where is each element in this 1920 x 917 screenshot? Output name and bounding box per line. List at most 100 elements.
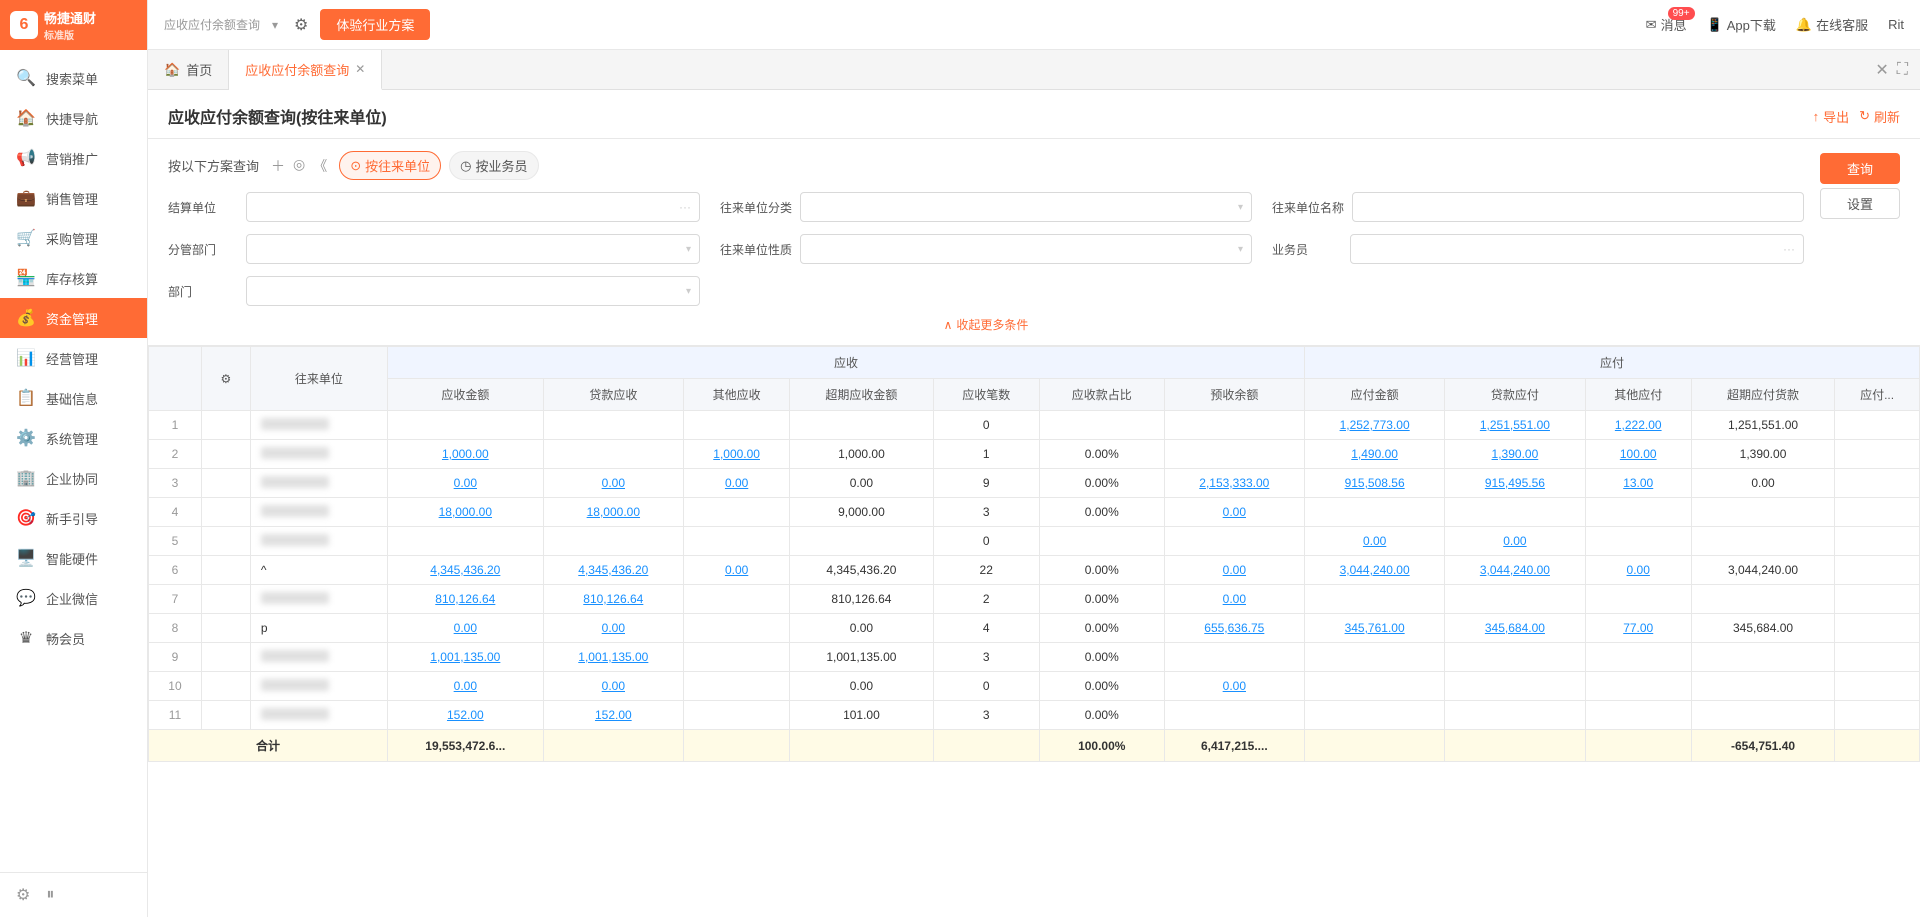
online-service-button[interactable]: 🔔 在线客服 [1796, 15, 1868, 34]
row-ar-loan[interactable]: 152.00 [543, 701, 683, 730]
row-ar-prepay[interactable] [1164, 643, 1304, 672]
sidebar-item-basic[interactable]: 📋 基础信息 [0, 378, 147, 418]
division-dept-input[interactable]: ▾ [246, 234, 700, 264]
row-ap-other[interactable] [1585, 672, 1691, 701]
tab-ar-balance[interactable]: 应收应付余额查询 ✕ [229, 50, 382, 90]
row-ar-other[interactable] [683, 411, 789, 440]
row-ar-loan[interactable] [543, 527, 683, 556]
sidebar-item-guide[interactable]: 🎯 新手引导 [0, 498, 147, 538]
row-ap-amount[interactable]: 1,252,773.00 [1304, 411, 1444, 440]
row-ap-loan[interactable] [1445, 498, 1585, 527]
row-ar-other[interactable] [683, 585, 789, 614]
row-ap-amount[interactable]: 1,490.00 [1304, 440, 1444, 469]
row-ap-amount[interactable]: 915,508.56 [1304, 469, 1444, 498]
row-ap-amount[interactable]: 0.00 [1304, 527, 1444, 556]
row-ap-amount[interactable]: 3,044,240.00 [1304, 556, 1444, 585]
more-scheme-icon[interactable]: 《 [313, 156, 327, 176]
row-ap-amount[interactable] [1304, 701, 1444, 730]
row-ap-loan[interactable]: 915,495.56 [1445, 469, 1585, 498]
row-ar-loan[interactable]: 1,001,135.00 [543, 643, 683, 672]
sidebar-item-marketing[interactable]: 📢 营销推广 [0, 138, 147, 178]
sidebar-item-finance[interactable]: 💰 资金管理 [0, 298, 147, 338]
row-ap-amount[interactable] [1304, 672, 1444, 701]
row-ap-loan[interactable] [1445, 701, 1585, 730]
row-ap-amount[interactable]: 345,761.00 [1304, 614, 1444, 643]
settings-bottom-icon[interactable]: ⚙ [16, 885, 30, 905]
user-name[interactable]: Rit [1888, 17, 1904, 32]
row-ar-loan[interactable]: 4,345,436.20 [543, 556, 683, 585]
row-ar-other[interactable] [683, 498, 789, 527]
row-ar-loan[interactable] [543, 411, 683, 440]
tab-close-all-icon[interactable]: ✕ [1875, 60, 1888, 80]
tab-close-icon[interactable]: ✕ [355, 62, 365, 76]
app-download-button[interactable]: 📱 App下载 [1707, 15, 1776, 34]
row-ap-other[interactable] [1585, 527, 1691, 556]
row-ar-prepay[interactable] [1164, 701, 1304, 730]
row-ar-other[interactable]: 0.00 [683, 556, 789, 585]
row-ap-amount[interactable] [1304, 498, 1444, 527]
row-ar-amount[interactable]: 4,345,436.20 [387, 556, 543, 585]
sidebar-item-operation[interactable]: 📊 经营管理 [0, 338, 147, 378]
scheme-by-partner[interactable]: ⊙ 按往来单位 [339, 151, 441, 180]
row-ar-other[interactable] [683, 643, 789, 672]
row-ap-loan[interactable] [1445, 672, 1585, 701]
department-input[interactable]: ▾ [246, 276, 700, 306]
partner-nature-input[interactable]: ▾ [800, 234, 1252, 264]
row-ar-other[interactable] [683, 701, 789, 730]
sidebar-item-wechat[interactable]: 💬 企业微信 [0, 578, 147, 618]
solution-button[interactable]: 体验行业方案 [320, 9, 430, 40]
sidebar-item-quick-nav[interactable]: 🏠 快捷导航 [0, 98, 147, 138]
collapse-icon[interactable]: ⏸ [46, 886, 54, 904]
row-ap-other[interactable] [1585, 643, 1691, 672]
export-button[interactable]: ↑ 导出 [1813, 107, 1850, 126]
row-ar-loan[interactable] [543, 440, 683, 469]
row-ap-other[interactable]: 13.00 [1585, 469, 1691, 498]
row-ap-loan[interactable]: 345,684.00 [1445, 614, 1585, 643]
row-ap-other[interactable]: 0.00 [1585, 556, 1691, 585]
partner-category-input[interactable]: ▾ [800, 192, 1252, 222]
row-ar-amount[interactable]: 1,001,135.00 [387, 643, 543, 672]
row-ap-amount[interactable] [1304, 585, 1444, 614]
row-ar-amount[interactable]: 0.00 [387, 469, 543, 498]
row-ap-other[interactable]: 1,222.00 [1585, 411, 1691, 440]
sidebar-item-enterprise[interactable]: 🏢 企业协同 [0, 458, 147, 498]
row-ar-prepay[interactable] [1164, 440, 1304, 469]
row-ap-other[interactable]: 100.00 [1585, 440, 1691, 469]
partner-name-input[interactable] [1352, 192, 1804, 222]
refresh-button[interactable]: ↻ 刷新 [1859, 107, 1900, 126]
row-ar-prepay[interactable]: 0.00 [1164, 672, 1304, 701]
add-scheme-icon[interactable]: ＋ [271, 156, 285, 176]
settlement-unit-input[interactable]: ··· [246, 192, 700, 222]
row-ap-loan[interactable]: 3,044,240.00 [1445, 556, 1585, 585]
row-ar-loan[interactable]: 0.00 [543, 469, 683, 498]
row-ap-amount[interactable] [1304, 643, 1444, 672]
row-ar-prepay[interactable]: 0.00 [1164, 585, 1304, 614]
row-ap-other[interactable]: 77.00 [1585, 614, 1691, 643]
row-ap-loan[interactable]: 1,251,551.00 [1445, 411, 1585, 440]
sidebar-item-inventory[interactable]: 🏪 库存核算 [0, 258, 147, 298]
row-ar-prepay[interactable]: 2,153,333.00 [1164, 469, 1304, 498]
row-ap-loan[interactable]: 0.00 [1445, 527, 1585, 556]
row-ar-amount[interactable]: 0.00 [387, 614, 543, 643]
sidebar-item-system[interactable]: ⚙️ 系统管理 [0, 418, 147, 458]
filter-collapse-btn[interactable]: ∧ 收起更多条件 [168, 316, 1804, 333]
edit-scheme-icon[interactable]: ◎ [293, 156, 305, 176]
row-ap-loan[interactable] [1445, 643, 1585, 672]
row-ar-prepay[interactable] [1164, 527, 1304, 556]
row-ap-other[interactable] [1585, 701, 1691, 730]
row-ar-loan[interactable]: 0.00 [543, 614, 683, 643]
row-ar-prepay[interactable] [1164, 411, 1304, 440]
row-ar-other[interactable]: 0.00 [683, 469, 789, 498]
row-ap-loan[interactable] [1445, 585, 1585, 614]
settings-button[interactable]: 设置 [1820, 188, 1900, 219]
row-ar-loan[interactable]: 18,000.00 [543, 498, 683, 527]
sidebar-item-purchase[interactable]: 🛒 采购管理 [0, 218, 147, 258]
row-ar-prepay[interactable]: 0.00 [1164, 556, 1304, 585]
row-ap-other[interactable] [1585, 498, 1691, 527]
row-ap-other[interactable] [1585, 585, 1691, 614]
row-ar-amount[interactable]: 810,126.64 [387, 585, 543, 614]
row-ar-prepay[interactable]: 655,636.75 [1164, 614, 1304, 643]
tab-home[interactable]: 🏠 首页 [148, 50, 229, 90]
sidebar-item-vip[interactable]: ♛ 畅会员 [0, 618, 147, 658]
message-button[interactable]: ✉ 消息 99+ [1646, 15, 1687, 34]
